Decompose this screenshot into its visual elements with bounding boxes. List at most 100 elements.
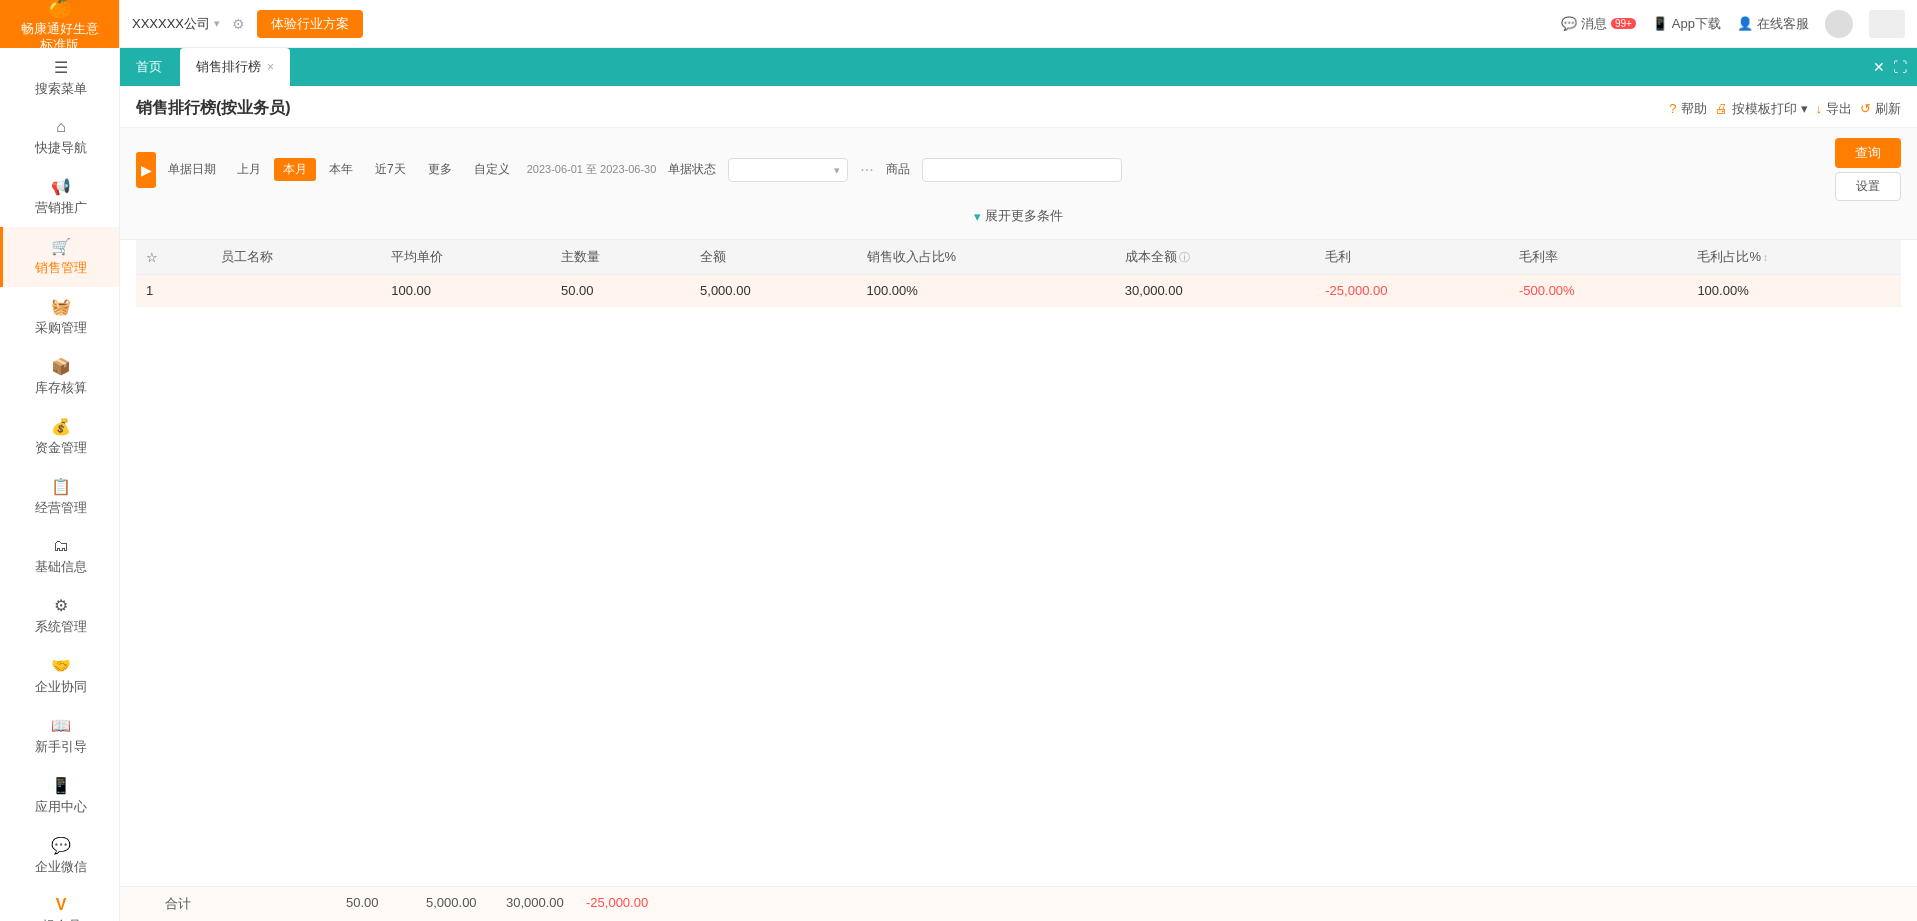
date-opt-7days[interactable]: 近7天 — [366, 158, 415, 181]
status-select[interactable] — [728, 158, 848, 182]
date-range-display: 2023-06-01 至 2023-06-30 — [527, 162, 657, 177]
guide-icon: 📖 — [51, 716, 71, 735]
filter-toggle-button[interactable]: ▶ — [136, 152, 156, 188]
help-icon: ? — [1669, 101, 1676, 116]
operation-icon: 📋 — [51, 477, 71, 496]
col-rank: ☆ — [136, 240, 211, 275]
sidebar: 🍊 畅康通好生意标准版 ☰ 搜索菜单 ⌂ 快捷导航 📢 营销推广 🛒 销售管理 … — [0, 0, 120, 921]
col-employee: 员工名称 — [211, 240, 381, 275]
footer-quantity: 50.00 — [336, 895, 416, 913]
footer-amount: 5,000.00 — [416, 895, 496, 913]
sidebar-item-search[interactable]: ☰ 搜索菜单 — [0, 48, 119, 108]
home-icon: ⌂ — [56, 118, 66, 136]
refresh-icon: ↺ — [1860, 101, 1871, 116]
inventory-icon: 📦 — [51, 357, 71, 376]
sidebar-item-sales[interactable]: 🛒 销售管理 — [0, 227, 119, 287]
appcenter-icon: 📱 — [51, 776, 71, 795]
message-button[interactable]: 💬 消息 99+ — [1561, 15, 1636, 33]
settings-button[interactable]: 设置 — [1835, 172, 1901, 201]
maximize-icon[interactable]: ⛶ — [1893, 59, 1907, 75]
finance-icon: 💰 — [51, 417, 71, 436]
sidebar-item-appcenter[interactable]: 📱 应用中心 — [0, 766, 119, 826]
trial-button[interactable]: 体验行业方案 — [257, 10, 363, 38]
avatar[interactable] — [1825, 10, 1853, 38]
date-opt-more[interactable]: 更多 — [419, 158, 461, 181]
sales-ranking-table: ☆ 员工名称 平均单价 主数量 全额 销售收入占比% 成本全额 ⓘ 毛利 — [136, 240, 1901, 307]
user-name-display — [1869, 10, 1905, 38]
date-opt-this-year[interactable]: 本年 — [320, 158, 362, 181]
sidebar-item-member[interactable]: V 畅会员 — [0, 886, 119, 921]
cell-profit-rate: -500.00% — [1509, 275, 1687, 307]
refresh-button[interactable]: ↺ 刷新 — [1860, 100, 1901, 118]
tabbar: 首页 销售排行榜 × ✕ ⛶ — [120, 48, 1917, 86]
cell-sales-ratio: 100.00% — [857, 275, 1115, 307]
tab-close-icon[interactable]: × — [267, 60, 274, 74]
sidebar-item-system[interactable]: ⚙ 系统管理 — [0, 586, 119, 646]
download-icon: 📱 — [1652, 16, 1668, 31]
col-profit-rate: 毛利率 — [1509, 240, 1687, 275]
filter-bar: ▶ 单据日期 上月 本月 本年 近7天 更多 自定义 2023-06-01 至 … — [120, 128, 1917, 240]
date-opt-custom[interactable]: 自定义 — [465, 158, 519, 181]
footer-profit: -25,000.00 — [576, 895, 658, 913]
col-profit: 毛利 — [1315, 240, 1509, 275]
sidebar-item-quicknav[interactable]: ⌂ 快捷导航 — [0, 108, 119, 167]
company-name: XXXXXX公司 — [132, 15, 210, 33]
footer-label: 合计 — [136, 895, 336, 913]
online-service-button[interactable]: 👤 在线客服 — [1737, 15, 1809, 33]
page-actions: ? 帮助 🖨 按模板打印 ▾ ↓ 导出 ↺ 刷新 — [1669, 100, 1901, 118]
cell-amount: 5,000.00 — [690, 275, 856, 307]
page-title: 销售排行榜(按业务员) — [136, 98, 291, 119]
wechat-icon: 💬 — [51, 836, 71, 855]
export-button[interactable]: ↓ 导出 — [1816, 100, 1853, 118]
sidebar-item-basicinfo[interactable]: 🗂 基础信息 — [0, 527, 119, 586]
sidebar-item-guide[interactable]: 📖 新手引导 — [0, 706, 119, 766]
more-options-icon[interactable]: ··· — [860, 161, 873, 179]
date-filter-label: 单据日期 — [168, 161, 216, 178]
app-download-button[interactable]: 📱 App下载 — [1652, 15, 1721, 33]
sidebar-item-inventory[interactable]: 📦 库存核算 — [0, 347, 119, 407]
cell-avg-price: 100.00 — [381, 275, 551, 307]
cell-quantity: 50.00 — [551, 275, 690, 307]
col-amount: 全额 — [690, 240, 856, 275]
profit-ratio-sort-icon[interactable]: ↕ — [1763, 252, 1768, 263]
tabbar-right: ✕ ⛶ — [1873, 59, 1917, 75]
search-button[interactable]: 查询 — [1835, 138, 1901, 168]
basicinfo-icon: 🗂 — [53, 537, 69, 555]
print-button[interactable]: 🖨 按模板打印 ▾ — [1715, 100, 1808, 118]
date-opt-last-month[interactable]: 上月 — [228, 158, 270, 181]
logo-icon: 🍊 — [47, 0, 72, 19]
filter-row: ▶ 单据日期 上月 本月 本年 近7天 更多 自定义 2023-06-01 至 … — [136, 138, 1901, 201]
col-cost: 成本全额 ⓘ — [1115, 240, 1315, 275]
member-icon: V — [56, 896, 67, 914]
purchase-icon: 🧺 — [51, 297, 71, 316]
date-opt-this-month[interactable]: 本月 — [274, 158, 316, 181]
company-selector[interactable]: XXXXXX公司 ▾ — [132, 15, 220, 33]
table-footer: 合计 50.00 5,000.00 30,000.00 -25,000.00 — [120, 886, 1917, 921]
sidebar-item-enterprise[interactable]: 🤝 企业协同 — [0, 646, 119, 706]
cost-info-icon[interactable]: ⓘ — [1179, 250, 1190, 265]
filter-actions: 查询 设置 — [1835, 138, 1901, 201]
col-sales-ratio: 销售收入占比% — [857, 240, 1115, 275]
table-row: 1 100.00 50.00 5,000.00 100.00% 30,000.0… — [136, 275, 1901, 307]
enterprise-icon: 🤝 — [51, 656, 71, 675]
expand-more-conditions[interactable]: ▾ 展开更多条件 — [136, 201, 1901, 229]
help-button[interactable]: ? 帮助 — [1669, 100, 1706, 118]
goods-input[interactable] — [922, 158, 1122, 182]
gear-icon[interactable]: ⚙ — [232, 16, 245, 32]
sidebar-item-marketing[interactable]: 📢 营销推广 — [0, 167, 119, 227]
tab-sales-ranking[interactable]: 销售排行榜 × — [180, 48, 290, 86]
sidebar-item-operation[interactable]: 📋 经营管理 — [0, 467, 119, 527]
print-icon: 🖨 — [1715, 101, 1728, 116]
sidebar-item-finance[interactable]: 💰 资金管理 — [0, 407, 119, 467]
col-avg-price: 平均单价 — [381, 240, 551, 275]
status-filter-label: 单据状态 — [668, 161, 716, 178]
topbar-right: 💬 消息 99+ 📱 App下载 👤 在线客服 — [1561, 10, 1905, 38]
sidebar-item-wechat[interactable]: 💬 企业微信 — [0, 826, 119, 886]
footer-cost: 30,000.00 — [496, 895, 576, 913]
cell-cost: 30,000.00 — [1115, 275, 1315, 307]
tab-home[interactable]: 首页 — [120, 48, 178, 86]
page-header: 销售排行榜(按业务员) ? 帮助 🖨 按模板打印 ▾ ↓ 导出 ↺ 刷新 — [120, 86, 1917, 128]
sidebar-item-purchase[interactable]: 🧺 采购管理 — [0, 287, 119, 347]
close-window-icon[interactable]: ✕ — [1873, 59, 1885, 75]
sales-icon: 🛒 — [51, 237, 71, 256]
